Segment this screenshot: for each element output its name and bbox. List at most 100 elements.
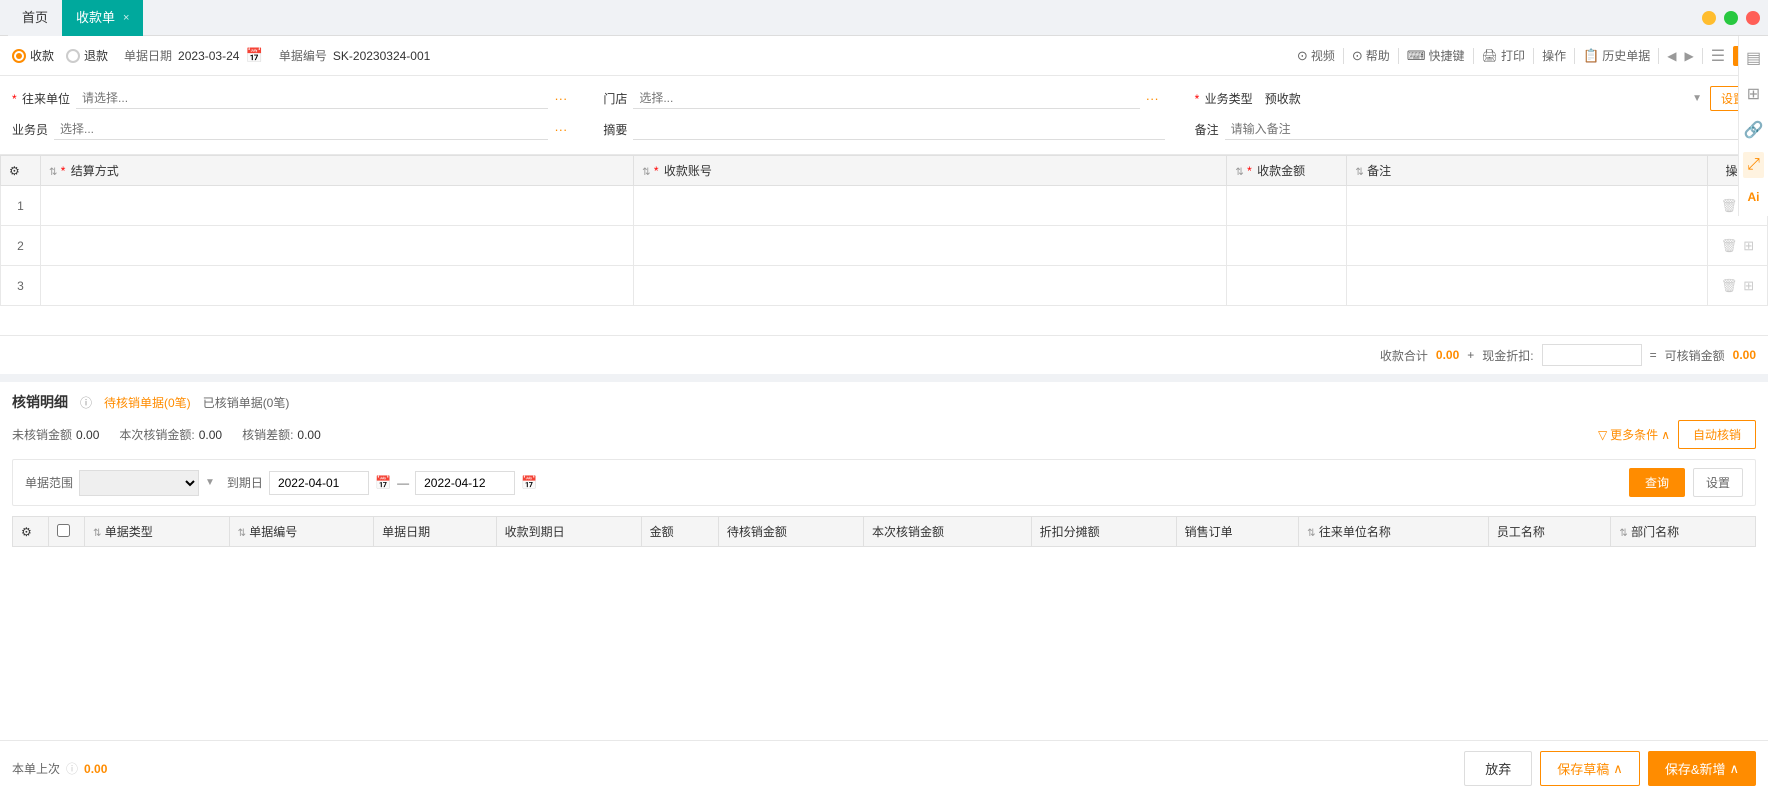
col-dept-header: ⇅ 部门名称: [1611, 517, 1756, 547]
help-icon: ⊙: [1352, 48, 1363, 64]
save-draft-chevron-icon: ∧: [1613, 761, 1623, 777]
col-sales-order-header: 销售订单: [1176, 517, 1298, 547]
biz-type-value: 预收款: [1259, 87, 1692, 110]
range-select[interactable]: [79, 470, 199, 496]
staff-field: 业务员 ···: [12, 119, 573, 140]
print-btn[interactable]: 🖨 打印: [1482, 47, 1526, 64]
filter-buttons: 查询 设置: [1629, 468, 1743, 497]
remark-field: 备注: [1195, 119, 1756, 140]
staff-more-icon[interactable]: ···: [548, 122, 573, 137]
save-draft-btn[interactable]: 保存草稿 ∧: [1540, 751, 1640, 786]
info-icon[interactable]: ⓘ: [80, 394, 92, 411]
bottom-right: 放弃 保存草稿 ∧ 保存&新增 ∧: [1464, 751, 1756, 786]
store-more-icon[interactable]: ···: [1140, 91, 1165, 106]
history-btn[interactable]: 📋 历史单据: [1583, 47, 1650, 64]
range-chevron-icon: ▼: [205, 477, 215, 488]
date-to-calendar-icon[interactable]: 📅: [521, 475, 537, 491]
delete-icon[interactable]: 🗑: [1721, 198, 1738, 214]
copy-icon[interactable]: ⊞: [1743, 238, 1754, 254]
discount-input[interactable]: [1542, 344, 1642, 366]
query-btn[interactable]: 查询: [1629, 468, 1685, 497]
completed-tab-link[interactable]: 已核销单据(0笔): [203, 394, 290, 411]
tab-receipt[interactable]: 收款单 ×: [62, 0, 143, 36]
tab-bar: 首页 收款单 ×: [0, 0, 1768, 36]
nav-prev-icon[interactable]: ◀: [1667, 49, 1676, 63]
calendar-icon[interactable]: 📅: [245, 47, 262, 64]
date-field: 单据日期 2023-03-24 📅: [124, 47, 263, 64]
col-settings-header[interactable]: ⚙: [1, 156, 41, 186]
bottom-table-container: ⚙ ⇅ 单据类型 ⇅ 单据编号 单据日期: [12, 516, 1756, 547]
video-btn[interactable]: ⊙ 视频: [1297, 47, 1335, 64]
sidebar-grid-icon[interactable]: ⊞: [1743, 80, 1764, 108]
info-circle-icon: ⓘ: [66, 760, 78, 777]
partner-input[interactable]: [76, 88, 548, 109]
window-maximize[interactable]: [1724, 11, 1738, 25]
tab-close-icon[interactable]: ×: [123, 0, 129, 36]
copy-icon[interactable]: ⊞: [1743, 278, 1754, 294]
date-from-input[interactable]: [269, 471, 369, 495]
col-settle-header: ⇅ * 结算方式: [41, 156, 634, 186]
more-conditions-btn[interactable]: ▽ 更多条件 ∧: [1598, 426, 1670, 443]
window-close[interactable]: [1746, 11, 1760, 25]
biz-type-chevron-icon[interactable]: ▼: [1692, 93, 1702, 104]
col-account-header: ⇅ * 收款账号: [634, 156, 1227, 186]
bottom-action-bar: 本单上次 ⓘ 0.00 放弃 保存草稿 ∧ 保存&新增 ∧: [0, 740, 1768, 796]
sidebar-expand-icon[interactable]: ⤢: [1743, 152, 1764, 178]
summary-field: 摘要: [603, 119, 1164, 140]
tab-home[interactable]: 首页: [8, 0, 62, 36]
window-controls: [1702, 11, 1760, 25]
col-discount-header: 折扣分摊额: [1031, 517, 1176, 547]
pending-tab-link[interactable]: 待核销单据(0笔): [104, 394, 191, 411]
save-new-btn[interactable]: 保存&新增 ∧: [1648, 751, 1756, 786]
store-input[interactable]: [633, 88, 1139, 109]
filter-row: 单据范围 ▼ 到期日 📅 — 📅 查询 设置: [12, 459, 1756, 506]
col-due-date-header: 收款到期日: [496, 517, 641, 547]
col-amount-header: ⇅ * 收款金额: [1227, 156, 1347, 186]
abandon-btn[interactable]: 放弃: [1464, 751, 1532, 786]
ai-label[interactable]: Ai: [1744, 186, 1764, 208]
partner-more-icon[interactable]: ···: [548, 91, 573, 106]
top-toolbar: 收款 退款 单据日期 2023-03-24 📅 单据编号 SK-20230324…: [0, 36, 1768, 76]
operation-btn[interactable]: 操作: [1542, 47, 1566, 64]
date-to-input[interactable]: [415, 471, 515, 495]
summary-input[interactable]: [633, 119, 1164, 140]
radio-receipt[interactable]: 收款: [12, 47, 54, 64]
window-minimize[interactable]: [1702, 11, 1716, 25]
form-row-1: * 往来单位 ··· 门店 ··· * 业务类型 预收款: [12, 86, 1756, 111]
radio-refund-dot: [66, 49, 80, 63]
print-icon: 🖨: [1482, 48, 1499, 64]
range-field: 单据范围 ▼: [25, 470, 215, 496]
help-btn[interactable]: ⊙ 帮助: [1352, 47, 1390, 64]
col-staff-header: 员工名称: [1488, 517, 1610, 547]
select-all-checkbox[interactable]: [57, 524, 70, 537]
delete-icon[interactable]: 🗑: [1721, 278, 1738, 294]
col-check-header[interactable]: [49, 517, 85, 547]
nav-next-icon[interactable]: ▶: [1685, 49, 1694, 63]
list-view-icon[interactable]: ☰: [1711, 46, 1725, 66]
table-row: 3 🗑 ⊞: [1, 266, 1768, 306]
history-icon: 📋: [1583, 48, 1599, 64]
auto-verify-btn[interactable]: 自动核销: [1678, 420, 1756, 449]
doc-number-field: 单据编号 SK-20230324-001: [279, 47, 430, 64]
receipt-type-group: 收款 退款: [12, 47, 108, 64]
verification-title: 核销明细: [12, 392, 68, 412]
delete-icon[interactable]: 🗑: [1721, 238, 1738, 254]
date-from-calendar-icon[interactable]: 📅: [375, 475, 391, 491]
section-header: 核销明细 ⓘ 待核销单据(0笔) 已核销单据(0笔): [12, 392, 1756, 412]
radio-refund[interactable]: 退款: [66, 47, 108, 64]
toolbar-right: ⊙ 视频 ⊙ 帮助 ⌨ 快捷键 🖨 打印 操作: [1297, 46, 1756, 66]
current-verify-stat: 本次核销金额: 0.00: [119, 426, 222, 443]
section-divider: [0, 374, 1768, 382]
staff-input[interactable]: [54, 119, 548, 140]
bottom-left: 本单上次 ⓘ 0.00: [12, 760, 107, 777]
sidebar-table-icon[interactable]: ▤: [1742, 44, 1765, 72]
remark-input[interactable]: [1225, 119, 1756, 140]
diff-stat: 核销差额: 0.00: [242, 426, 321, 443]
right-sidebar: ▤ ⊞ 🔗 ⤢ Ai: [1738, 36, 1768, 216]
stats-row: 未核销金额 0.00 本次核销金额: 0.00 核销差额: 0.00 ▽ 更多条…: [12, 420, 1756, 449]
col-settings-btn[interactable]: ⚙: [13, 517, 49, 547]
sidebar-link-icon[interactable]: 🔗: [1740, 116, 1768, 144]
settings-btn[interactable]: 设置: [1693, 468, 1743, 497]
col-pending-header: 待核销金额: [718, 517, 863, 547]
shortcut-btn[interactable]: ⌨ 快捷键: [1407, 47, 1465, 64]
